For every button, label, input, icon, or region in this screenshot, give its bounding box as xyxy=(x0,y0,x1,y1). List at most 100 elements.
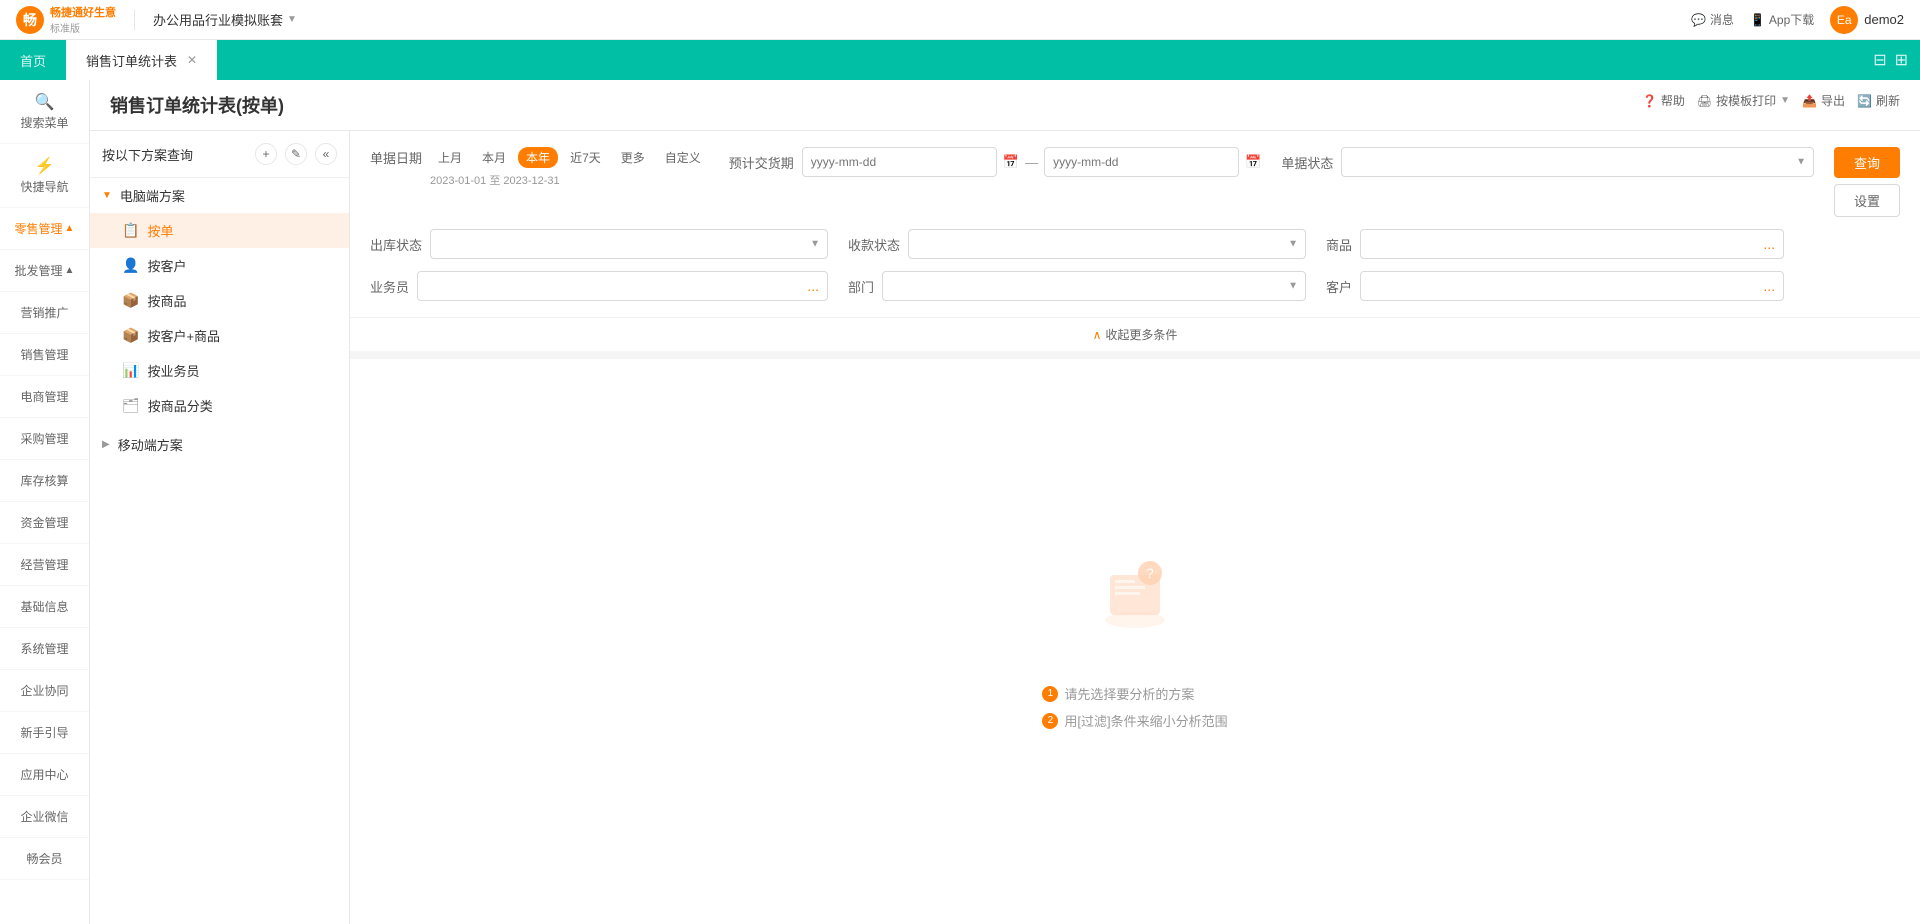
salesperson-label: 业务员 xyxy=(370,277,409,296)
date-tab-custom[interactable]: 自定义 xyxy=(657,147,709,168)
salesperson-more-icon: ... xyxy=(807,278,819,294)
tab-maximize-icon[interactable]: ⊞ xyxy=(1895,50,1908,70)
sidebar-item-search[interactable]: 🔍 搜索菜单 xyxy=(0,80,89,144)
sidebar-item-purchase[interactable]: 采购管理 xyxy=(0,418,89,460)
app-download-btn[interactable]: 📱 App下载 xyxy=(1750,11,1814,28)
help-btn[interactable]: ❓ 帮助 xyxy=(1642,92,1685,109)
user-menu[interactable]: Ea demo2 xyxy=(1830,6,1904,34)
logo-text: 畅捷通好生意 标准版 xyxy=(50,4,116,35)
customer-group: 客户 ... xyxy=(1326,271,1784,301)
sidebar-item-retail[interactable]: 零售管理 ▲ xyxy=(0,208,89,250)
tree-item-by-order[interactable]: 📋 按单 xyxy=(90,213,349,248)
payment-select[interactable] xyxy=(908,229,1306,259)
shortcuts-icon: ⚡ xyxy=(0,156,89,176)
payment-label: 收款状态 xyxy=(848,235,900,254)
empty-illustration: ? xyxy=(1085,545,1185,664)
query-btn[interactable]: 查询 xyxy=(1834,147,1900,178)
collapse-bar[interactable]: ∧ 收起更多条件 xyxy=(350,317,1920,351)
settings-btn[interactable]: 设置 xyxy=(1834,184,1900,217)
export-btn[interactable]: 📤 导出 xyxy=(1802,92,1845,109)
date-filter-group: 单据日期 上月 本月 本年 近7天 更多 自定义 2023 xyxy=(370,147,709,188)
by-cust-prod-icon: 📦 xyxy=(122,327,139,344)
sidebar-item-member[interactable]: 畅会员 xyxy=(0,838,89,880)
sidebar-item-operations[interactable]: 经营管理 xyxy=(0,544,89,586)
top-bar: 畅 畅捷通好生意 标准版 办公用品行业模拟账套 ▼ 💬 消息 📱 App下载 E… xyxy=(0,0,1920,40)
tree-parent-mobile[interactable]: ▶ 移动端方案 xyxy=(90,427,349,462)
tab-sales-order-stats[interactable]: 销售订单统计表 ✕ xyxy=(66,40,217,80)
status-label: 单据状态 xyxy=(1281,153,1333,172)
refresh-btn[interactable]: 🔄 刷新 xyxy=(1857,92,1900,109)
top-bar-left: 畅 畅捷通好生意 标准版 办公用品行业模拟账套 ▼ xyxy=(16,4,297,35)
date-range-display: 2023-01-01 至 2023-12-31 xyxy=(370,172,709,188)
tab-home[interactable]: 首页 xyxy=(0,40,66,80)
sidebar-item-newbie[interactable]: 新手引导 xyxy=(0,712,89,754)
print-btn[interactable]: 🖨 按模板打印 ▼ xyxy=(1697,92,1790,109)
expected-date-start[interactable] xyxy=(802,147,997,177)
sidebar-item-enterprise[interactable]: 企业协同 xyxy=(0,670,89,712)
status-select-wrapper: ▼ xyxy=(1341,147,1814,177)
customer-more-icon: ... xyxy=(1763,278,1775,294)
collapse-up-icon: ∧ xyxy=(1093,328,1102,342)
sidebar-item-appcenter[interactable]: 应用中心 xyxy=(0,754,89,796)
collapse-panel-btn[interactable]: « xyxy=(315,143,337,165)
sidebar-item-wechat[interactable]: 企业微信 xyxy=(0,796,89,838)
by-category-icon: 🗂 xyxy=(122,397,140,414)
date-tab-this-month[interactable]: 本月 xyxy=(474,147,514,168)
status-group: 单据状态 ▼ xyxy=(1281,147,1814,177)
sidebar-item-sales[interactable]: 销售管理 xyxy=(0,334,89,376)
tree-item-by-customer-product[interactable]: 📦 按客户+商品 xyxy=(90,318,349,353)
nav-tabs: 首页 销售订单统计表 ✕ ⊟ ⊞ xyxy=(0,40,1920,80)
add-scheme-btn[interactable]: + xyxy=(255,143,277,165)
main-layout: 🔍 搜索菜单 ⚡ 快捷导航 零售管理 ▲ 批发管理 ▲ 营销推广 销售管理 电商… xyxy=(0,80,1920,924)
tree-item-by-salesperson[interactable]: 📊 按业务员 xyxy=(90,353,349,388)
goods-input[interactable]: ... xyxy=(1360,229,1784,259)
mobile-arrow-icon: ▶ xyxy=(102,439,110,450)
collapse-icon: « xyxy=(323,147,330,161)
sidebar-item-system[interactable]: 系统管理 xyxy=(0,628,89,670)
sidebar-item-inventory[interactable]: 库存核算 xyxy=(0,460,89,502)
date-tab-more[interactable]: 更多 xyxy=(613,147,653,168)
shipment-select-wrapper: ▼ xyxy=(430,229,828,259)
tree-parent-pc[interactable]: ▼ 电脑端方案 xyxy=(90,178,349,213)
shipment-select[interactable] xyxy=(430,229,828,259)
page-header-actions: ❓ 帮助 🖨 按模板打印 ▼ 📤 导出 🔄 刷新 xyxy=(1642,92,1900,121)
date-tab-7days[interactable]: 近7天 xyxy=(562,147,609,168)
department-select-wrapper: ▼ xyxy=(882,271,1306,301)
collapse-label: 收起更多条件 xyxy=(1105,326,1177,343)
department-select[interactable] xyxy=(882,271,1306,301)
sidebar-item-marketing[interactable]: 营销推广 xyxy=(0,292,89,334)
expected-date-group: 预计交货期 📅 — 📅 xyxy=(729,147,1262,177)
edit-scheme-btn[interactable]: ✎ xyxy=(285,143,307,165)
expected-date-end[interactable] xyxy=(1044,147,1239,177)
date-tab-this-year[interactable]: 本年 xyxy=(518,147,558,168)
customer-input[interactable]: ... xyxy=(1360,271,1784,301)
tab-close-icon[interactable]: ✕ xyxy=(187,53,197,67)
status-select[interactable] xyxy=(1341,147,1814,177)
logo-icon: 畅 xyxy=(16,6,44,34)
download-icon: 📱 xyxy=(1750,13,1765,27)
tree-item-by-category[interactable]: 🗂 按商品分类 xyxy=(90,388,349,423)
message-btn[interactable]: 💬 消息 xyxy=(1691,11,1734,28)
date-tab-last-month[interactable]: 上月 xyxy=(430,147,470,168)
divider xyxy=(134,10,135,30)
svg-text:?: ? xyxy=(1146,565,1154,581)
sidebar-item-basic[interactable]: 基础信息 xyxy=(0,586,89,628)
sidebar-item-ecommerce[interactable]: 电商管理 xyxy=(0,376,89,418)
user-avatar: Ea xyxy=(1830,6,1858,34)
empty-hints: 1 请先选择要分析的方案 2 用[过滤]条件来缩小分析范围 xyxy=(1042,684,1227,738)
goods-more-icon: ... xyxy=(1763,236,1775,252)
tree-item-by-customer[interactable]: 👤 按客户 xyxy=(90,248,349,283)
filter-row-2: 出库状态 ▼ 收款状态 xyxy=(370,229,1900,259)
sidebar-item-finance[interactable]: 资金管理 xyxy=(0,502,89,544)
sidebar-item-wholesale[interactable]: 批发管理 ▲ xyxy=(0,250,89,292)
print-icon: 🖨 xyxy=(1697,94,1712,108)
calendar-start-icon: 📅 xyxy=(1003,154,1019,170)
sidebar-item-shortcuts[interactable]: ⚡ 快捷导航 xyxy=(0,144,89,208)
hint-2: 2 用[过滤]条件来缩小分析范围 xyxy=(1042,711,1227,730)
tree-item-by-product[interactable]: 📦 按商品 xyxy=(90,283,349,318)
left-panel-header: 按以下方案查询 + ✎ « xyxy=(90,131,349,178)
left-panel: 按以下方案查询 + ✎ « ▼ 电脑端方案 xyxy=(90,131,350,924)
tab-minimize-icon[interactable]: ⊟ xyxy=(1873,50,1886,70)
salesperson-input[interactable]: ... xyxy=(417,271,828,301)
app-selector[interactable]: 办公用品行业模拟账套 ▼ xyxy=(153,10,297,29)
